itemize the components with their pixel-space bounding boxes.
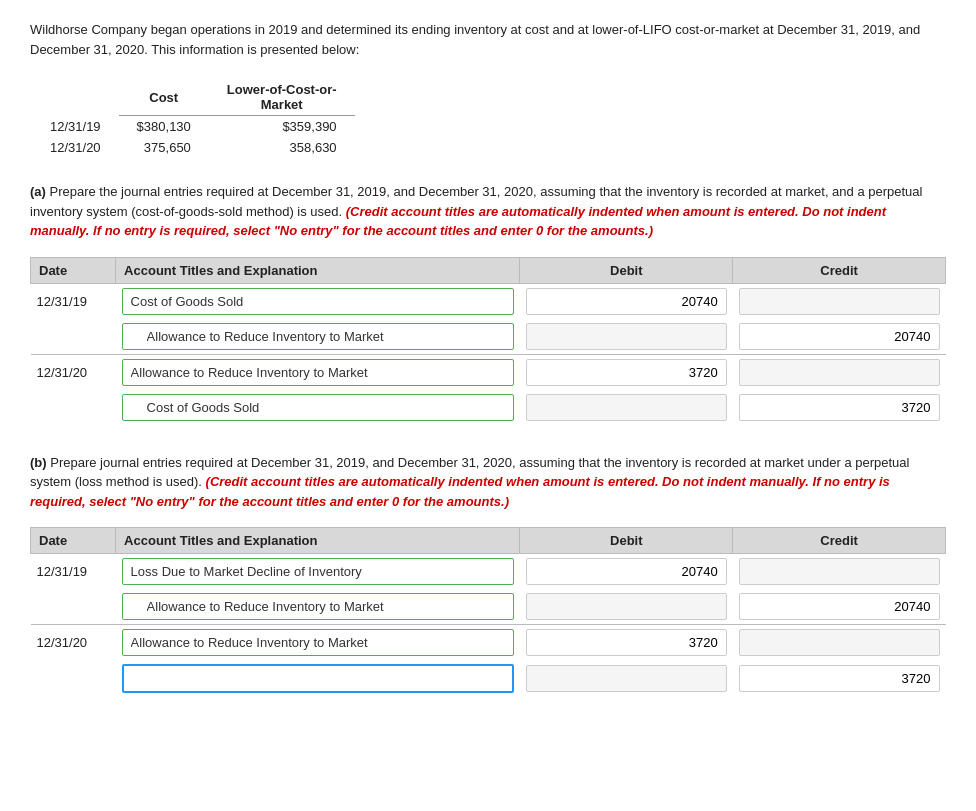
part-a-section: (a) Prepare the journal entries required… xyxy=(30,182,946,425)
account-cell-b1[interactable] xyxy=(116,554,520,590)
credit-cell-a3[interactable] xyxy=(733,354,946,390)
date-cell-a3: 12/31/20 xyxy=(31,354,116,390)
credit-cell-b2[interactable] xyxy=(733,589,946,625)
header-credit-b: Credit xyxy=(733,528,946,554)
inventory-table-section: Cost Lower-of-Cost-or- Market 12/31/19 $… xyxy=(30,79,946,158)
table-row: 12/31/19 xyxy=(31,554,946,590)
debit-cell-a2[interactable] xyxy=(520,319,733,355)
account-input-b2[interactable] xyxy=(122,593,514,620)
credit-cell-a4[interactable] xyxy=(733,390,946,425)
date-cell-b3: 12/31/20 xyxy=(31,625,116,661)
part-b-section: (b) Prepare journal entries required at … xyxy=(30,453,946,698)
date-cell-a2 xyxy=(31,319,116,355)
debit-cell-b2[interactable] xyxy=(520,589,733,625)
account-input-a1[interactable] xyxy=(122,288,514,315)
inv-date-2: 12/31/20 xyxy=(50,137,119,158)
debit-cell-b1[interactable] xyxy=(520,554,733,590)
debit-input-b2[interactable] xyxy=(526,593,727,620)
debit-cell-a4[interactable] xyxy=(520,390,733,425)
part-b-red-instruction: (Credit account titles are automatically… xyxy=(30,474,890,509)
date-cell-b2 xyxy=(31,589,116,625)
part-a-red-instruction: (Credit account titles are automatically… xyxy=(30,204,886,239)
account-cell-a1[interactable] xyxy=(116,283,520,319)
credit-input-b1[interactable] xyxy=(739,558,940,585)
credit-input-a1[interactable] xyxy=(739,288,940,315)
table-row xyxy=(31,589,946,625)
header-debit-a: Debit xyxy=(520,257,733,283)
credit-input-a4[interactable] xyxy=(739,394,940,421)
date-cell-a1: 12/31/19 xyxy=(31,283,116,319)
table-row xyxy=(31,660,946,697)
cost-header: Cost xyxy=(119,79,209,116)
header-credit-a: Credit xyxy=(733,257,946,283)
credit-cell-b1[interactable] xyxy=(733,554,946,590)
credit-input-a2[interactable] xyxy=(739,323,940,350)
credit-input-b2[interactable] xyxy=(739,593,940,620)
part-b-journal-table: Date Account Titles and Explanation Debi… xyxy=(30,527,946,697)
lcm-header: Lower-of-Cost-or- Market xyxy=(209,79,355,116)
table-row xyxy=(31,319,946,355)
account-input-a4[interactable] xyxy=(122,394,514,421)
debit-cell-a1[interactable] xyxy=(520,283,733,319)
header-account-a: Account Titles and Explanation xyxy=(116,257,520,283)
credit-cell-a2[interactable] xyxy=(733,319,946,355)
inv-row-2: 12/31/20 375,650 358,630 xyxy=(50,137,355,158)
inv-lcm-1: $359,390 xyxy=(209,116,355,138)
inv-cost-1: $380,130 xyxy=(119,116,209,138)
account-input-a2[interactable] xyxy=(122,323,514,350)
part-a-journal-table: Date Account Titles and Explanation Debi… xyxy=(30,257,946,425)
header-account-b: Account Titles and Explanation xyxy=(116,528,520,554)
part-a-label: (a) xyxy=(30,184,46,199)
debit-input-b4[interactable] xyxy=(526,665,727,692)
inv-cost-2: 375,650 xyxy=(119,137,209,158)
header-date-a: Date xyxy=(31,257,116,283)
account-input-b4[interactable] xyxy=(122,664,514,693)
credit-cell-a1[interactable] xyxy=(733,283,946,319)
inventory-table: Cost Lower-of-Cost-or- Market 12/31/19 $… xyxy=(50,79,355,158)
debit-cell-b3[interactable] xyxy=(520,625,733,661)
date-cell-a4 xyxy=(31,390,116,425)
credit-input-b3[interactable] xyxy=(739,629,940,656)
intro-text: Wildhorse Company began operations in 20… xyxy=(30,20,946,59)
table-row: 12/31/20 xyxy=(31,625,946,661)
account-cell-a3[interactable] xyxy=(116,354,520,390)
debit-input-b3[interactable] xyxy=(526,629,727,656)
debit-input-a4[interactable] xyxy=(526,394,727,421)
debit-cell-b4[interactable] xyxy=(520,660,733,697)
date-cell-b4 xyxy=(31,660,116,697)
header-date-b: Date xyxy=(31,528,116,554)
credit-input-b4[interactable] xyxy=(739,665,940,692)
account-input-b1[interactable] xyxy=(122,558,514,585)
account-input-a3[interactable] xyxy=(122,359,514,386)
part-a-instruction: (a) Prepare the journal entries required… xyxy=(30,182,946,241)
account-cell-b4[interactable] xyxy=(116,660,520,697)
table-row: 12/31/19 xyxy=(31,283,946,319)
account-cell-b3[interactable] xyxy=(116,625,520,661)
account-input-b3[interactable] xyxy=(122,629,514,656)
debit-input-a1[interactable] xyxy=(526,288,727,315)
debit-input-b1[interactable] xyxy=(526,558,727,585)
date-cell-b1: 12/31/19 xyxy=(31,554,116,590)
credit-cell-b4[interactable] xyxy=(733,660,946,697)
inv-date-1: 12/31/19 xyxy=(50,116,119,138)
account-cell-a4[interactable] xyxy=(116,390,520,425)
debit-cell-a3[interactable] xyxy=(520,354,733,390)
part-b-label: (b) xyxy=(30,455,47,470)
part-b-instruction: (b) Prepare journal entries required at … xyxy=(30,453,946,512)
account-cell-a2[interactable] xyxy=(116,319,520,355)
inv-lcm-2: 358,630 xyxy=(209,137,355,158)
header-debit-b: Debit xyxy=(520,528,733,554)
credit-input-a3[interactable] xyxy=(739,359,940,386)
debit-input-a3[interactable] xyxy=(526,359,727,386)
table-row: 12/31/20 xyxy=(31,354,946,390)
debit-input-a2[interactable] xyxy=(526,323,727,350)
account-cell-b2[interactable] xyxy=(116,589,520,625)
inv-row-1: 12/31/19 $380,130 $359,390 xyxy=(50,116,355,138)
credit-cell-b3[interactable] xyxy=(733,625,946,661)
table-row xyxy=(31,390,946,425)
